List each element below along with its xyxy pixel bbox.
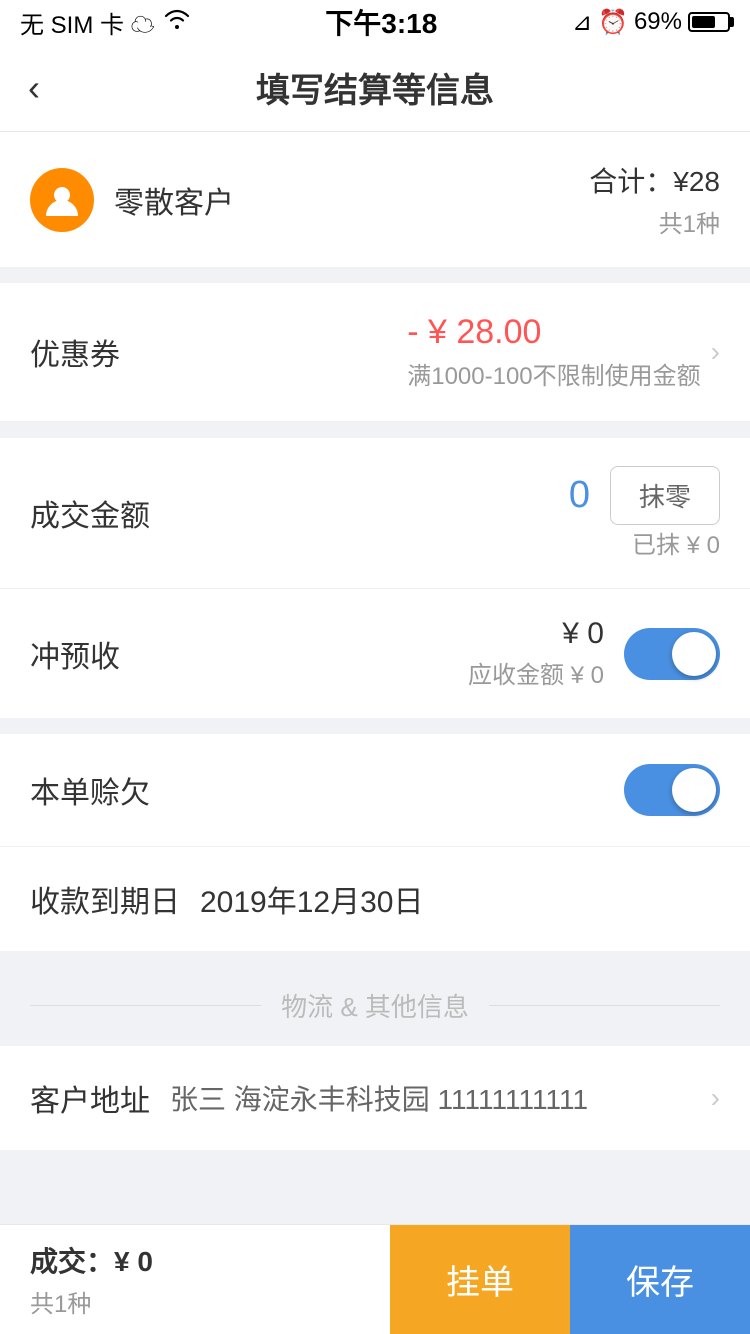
debt-toggle[interactable] (624, 764, 720, 816)
address-chevron-icon: › (711, 1082, 720, 1114)
bottom-deal-amount: 成交：¥ 0 (30, 1240, 360, 1280)
deal-prefix: 成交： (30, 1246, 114, 1277)
status-time: 下午3:18 (325, 2, 437, 42)
amount-input-wrap: 0 抹零 (569, 466, 720, 525)
status-bar: 无 SIM 卡 ☁ 下午3:18 ⊿ ⏰ 69% (0, 0, 750, 44)
wifi-icon (163, 8, 191, 36)
bottom-item-count: 共1种 (30, 1284, 360, 1319)
save-button[interactable]: 保存 (570, 1225, 750, 1334)
toggle-knob (672, 632, 716, 676)
due-date-value: 2019年12月30日 (200, 877, 423, 921)
divider-line-right (489, 1005, 720, 1006)
prepay-amounts: ¥ 0 应收金额 ¥ 0 (468, 617, 604, 690)
prepay-row: 冲预收 ¥ 0 应收金额 ¥ 0 (0, 589, 750, 718)
coupon-value: - ¥ 28.00 (407, 313, 700, 352)
prepay-label: 冲预收 (30, 632, 120, 676)
customer-info: 零散客户 (30, 168, 234, 232)
alarm-icon: ⏰ (598, 8, 628, 37)
divider-line-left (30, 1005, 261, 1006)
round-button[interactable]: 抹零 (610, 466, 720, 525)
deal-amount-label: 成交金额 (30, 491, 150, 535)
prepay-main-value: ¥ 0 (468, 617, 604, 651)
debt-section: 本单赊欠 收款到期日 2019年12月30日 (0, 734, 750, 951)
status-left: 无 SIM 卡 ☁ (20, 5, 191, 40)
deal-amount-row: 成交金额 0 抹零 已抹 ¥ 0 (0, 438, 750, 589)
no-sim-label: 无 SIM 卡 ☁ (20, 5, 155, 40)
nav-bar: ‹ 填写结算等信息 (0, 44, 750, 132)
page-title: 填写结算等信息 (256, 63, 494, 112)
deal-amount-value[interactable]: 0 (569, 474, 590, 517)
battery-icon (688, 12, 730, 32)
coupon-description: 满1000-100不限制使用金额 (407, 356, 700, 391)
due-date-row[interactable]: 收款到期日 2019年12月30日 (0, 846, 750, 951)
coupon-section: 优惠券 - ¥ 28.00 满1000-100不限制使用金额 › (0, 283, 750, 422)
address-label: 客户地址 (30, 1076, 150, 1120)
customer-avatar (30, 168, 94, 232)
debt-toggle-knob (672, 768, 716, 812)
back-button[interactable]: ‹ (28, 67, 40, 109)
prepay-toggle[interactable] (624, 628, 720, 680)
item-count: 共1种 (589, 204, 720, 239)
amount-section: 成交金额 0 抹零 已抹 ¥ 0 冲预收 ¥ 0 应收金额 ¥ 0 (0, 438, 750, 718)
bottom-bar: 成交：¥ 0 共1种 挂单 保存 (0, 1224, 750, 1334)
address-row[interactable]: 客户地址 张三 海淀永丰科技园 11111111111 › (0, 1046, 750, 1150)
coupon-row[interactable]: 优惠券 - ¥ 28.00 满1000-100不限制使用金额 › (0, 283, 750, 422)
total-amount: 合计：¥28 (589, 160, 720, 200)
hold-order-button[interactable]: 挂单 (390, 1225, 570, 1334)
location-icon: ⊿ (572, 8, 592, 37)
rounded-amount: 已抹 ¥ 0 (569, 525, 720, 560)
bottom-summary: 成交：¥ 0 共1种 (0, 1240, 390, 1319)
customer-total: 合计：¥28 共1种 (589, 160, 720, 239)
due-date-label: 收款到期日 (30, 877, 180, 921)
customer-row: 零散客户 合计：¥28 共1种 (0, 132, 750, 267)
customer-name: 零散客户 (114, 178, 234, 222)
battery-percent: 69% (634, 8, 682, 36)
deal-value: ¥ 0 (114, 1246, 153, 1277)
address-value: 张三 海淀永丰科技园 11111111111 (170, 1078, 711, 1118)
logistics-label: 物流 & 其他信息 (281, 987, 469, 1024)
content-area: 零散客户 合计：¥28 共1种 优惠券 - ¥ 28.00 满1000-100不… (0, 132, 750, 1270)
logistics-divider: 物流 & 其他信息 (0, 967, 750, 1044)
debt-label: 本单赊欠 (30, 768, 150, 812)
coupon-label: 优惠券 (30, 330, 120, 374)
debt-row: 本单赊欠 (0, 734, 750, 846)
coupon-right: - ¥ 28.00 满1000-100不限制使用金额 › (407, 313, 720, 391)
prepay-sub-value: 应收金额 ¥ 0 (468, 655, 604, 690)
status-right: ⊿ ⏰ 69% (572, 8, 730, 37)
chevron-right-icon: › (711, 336, 720, 368)
